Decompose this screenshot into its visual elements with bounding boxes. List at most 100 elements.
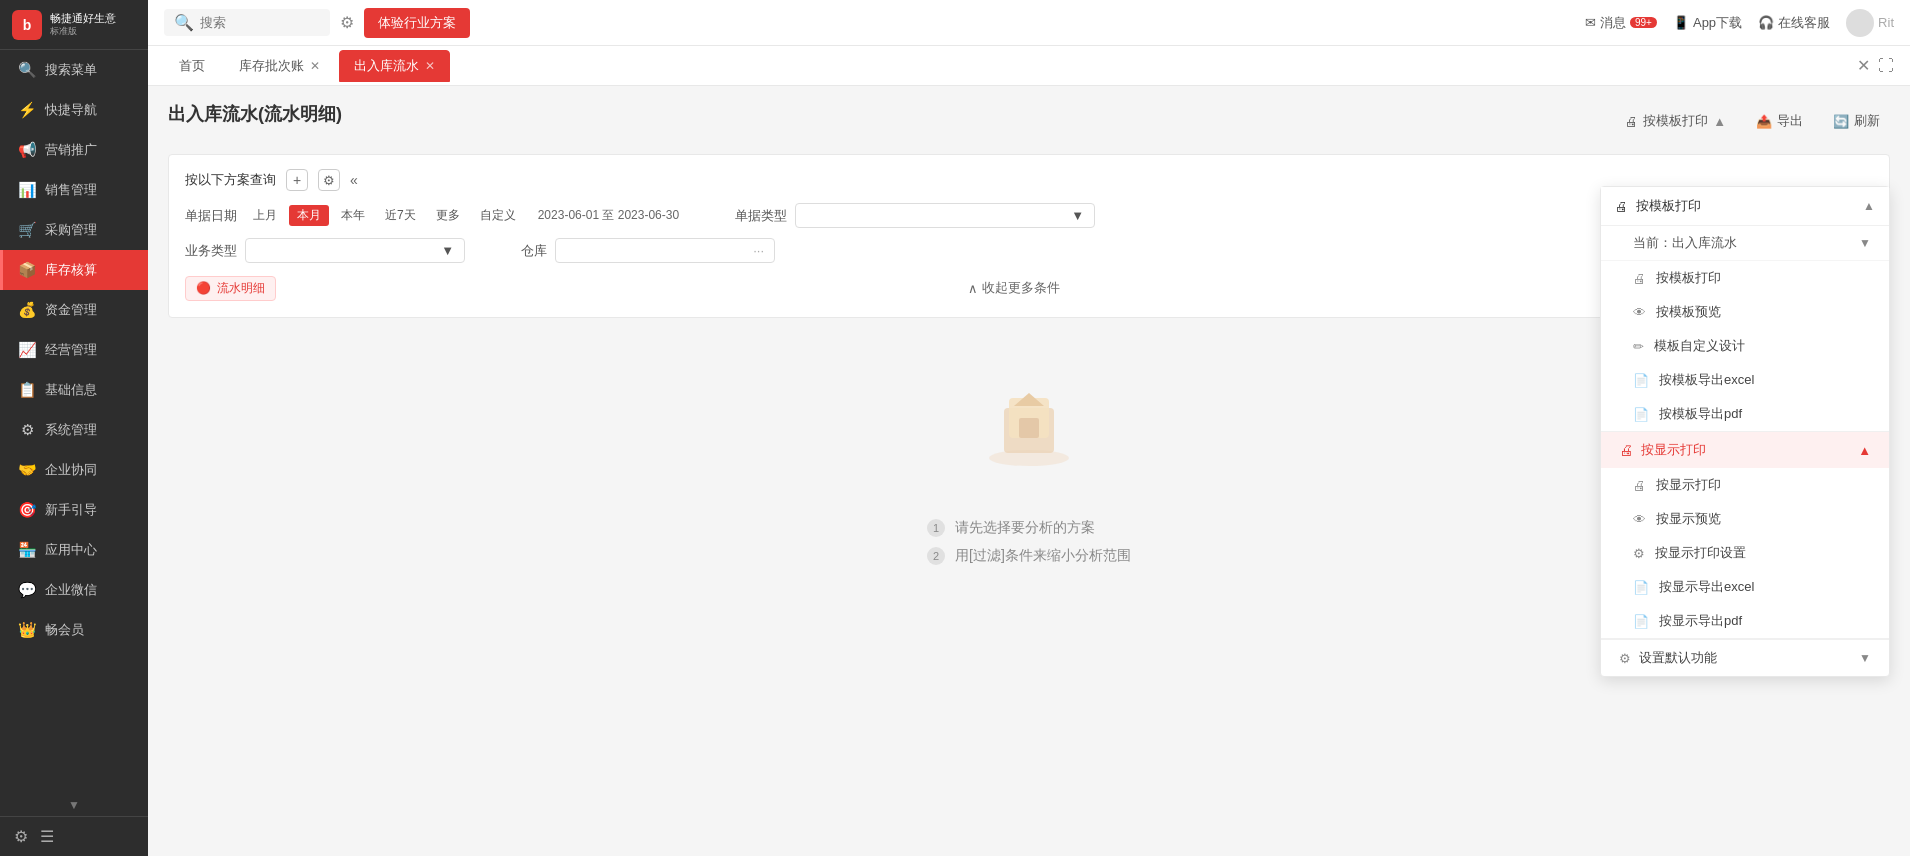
template-custom-label: 模板自定义设计 — [1654, 337, 1745, 355]
date-tab-prev-month[interactable]: 上月 — [245, 205, 285, 226]
sidebar-item-label: 新手引导 — [45, 501, 97, 519]
template-custom-icon: ✏ — [1633, 339, 1644, 354]
collapse-more-button[interactable]: ∧ 收起更多条件 — [968, 279, 1060, 297]
filter-label: 按以下方案查询 — [185, 171, 276, 189]
sidebar-item-inventory[interactable]: 📦 库存核算 — [0, 250, 148, 290]
flow-detail-tag[interactable]: 🔴 流水明细 — [185, 276, 276, 301]
message-icon: ✉ — [1585, 15, 1596, 30]
bill-type-select[interactable]: ▼ — [795, 203, 1095, 228]
business-type-select[interactable]: ▼ — [245, 238, 465, 263]
date-tab-current-month[interactable]: 本月 — [289, 205, 329, 226]
display-preview-icon: 👁 — [1633, 512, 1646, 527]
export-icon: 📤 — [1756, 114, 1772, 129]
warehouse-select[interactable]: ··· — [555, 238, 775, 263]
sidebar-item-finance[interactable]: 💰 资金管理 — [0, 290, 148, 330]
sidebar-item-enterprise[interactable]: 🤝 企业协同 — [0, 450, 148, 490]
display-section-icon: 🖨 — [1619, 442, 1633, 458]
template-export-pdf-item[interactable]: 📄 按模板导出pdf — [1601, 397, 1889, 431]
date-tab-year[interactable]: 本年 — [333, 205, 373, 226]
sidebar-item-sales[interactable]: 📊 销售管理 — [0, 170, 148, 210]
sidebar-item-label: 搜索菜单 — [45, 61, 97, 79]
display-print-item[interactable]: 🖨 按显示打印 — [1601, 468, 1889, 502]
template-print-item[interactable]: 🖨 按模板打印 — [1601, 261, 1889, 295]
customer-service-label: 在线客服 — [1778, 14, 1830, 32]
sidebar-item-label: 系统管理 — [45, 421, 97, 439]
tab-batch-account[interactable]: 库存批次账 ✕ — [224, 50, 335, 82]
sidebar-item-purchase[interactable]: 🛒 采购管理 — [0, 210, 148, 250]
sidebar-item-member[interactable]: 👑 畅会员 — [0, 610, 148, 650]
dropdown-chevron-up[interactable]: ▲ — [1863, 199, 1875, 213]
print-template-button[interactable]: 🖨 按模板打印 ▲ — [1615, 107, 1736, 135]
display-print-settings-item[interactable]: ⚙ 按显示打印设置 — [1601, 536, 1889, 570]
display-preview-label: 按显示预览 — [1656, 510, 1721, 528]
sidebar-item-marketing[interactable]: 📢 营销推广 — [0, 130, 148, 170]
sidebar-item-label: 快捷导航 — [45, 101, 97, 119]
collapse-more-label: 收起更多条件 — [982, 279, 1060, 297]
filter-settings-button[interactable]: ⚙ — [318, 169, 340, 191]
settings-icon[interactable]: ⚙ — [340, 13, 354, 32]
bill-type-chevron: ▼ — [1071, 208, 1084, 223]
set-default-settings-item[interactable]: ⚙ 设置默认功能 ▼ — [1601, 639, 1889, 676]
sidebar-item-wechat[interactable]: 💬 企业微信 — [0, 570, 148, 610]
template-preview-item[interactable]: 👁 按模板预览 — [1601, 295, 1889, 329]
warehouse-field: 仓库 ··· — [521, 238, 775, 263]
display-export-excel-item[interactable]: 📄 按显示导出excel — [1601, 570, 1889, 604]
refresh-button[interactable]: 🔄 刷新 — [1823, 107, 1890, 135]
customer-service-button[interactable]: 🎧 在线客服 — [1758, 14, 1830, 32]
guide-icon: 🎯 — [17, 501, 37, 519]
sidebar-item-guide[interactable]: 🎯 新手引导 — [0, 490, 148, 530]
topbar-search-box[interactable]: 🔍 — [164, 9, 330, 36]
sidebar-item-label: 企业协同 — [45, 461, 97, 479]
display-section-header[interactable]: 🖨 按显示打印 ▲ — [1601, 432, 1889, 468]
filter-add-button[interactable]: + — [286, 169, 308, 191]
tab-batch-account-close[interactable]: ✕ — [310, 59, 320, 73]
tab-maximize-icon[interactable]: ⛶ — [1878, 57, 1894, 75]
sidebar-item-label: 应用中心 — [45, 541, 97, 559]
display-preview-item[interactable]: 👁 按显示预览 — [1601, 502, 1889, 536]
display-print-label: 按显示打印 — [1656, 476, 1721, 494]
main-content: 🔍 ⚙ 体验行业方案 ✉ 消息 99+ 📱 App下载 🎧 在线客服 Ri — [148, 0, 1910, 856]
tab-flow[interactable]: 出入库流水 ✕ — [339, 50, 450, 82]
sidebar-item-system[interactable]: ⚙ 系统管理 — [0, 410, 148, 450]
purchase-icon: 🛒 — [17, 221, 37, 239]
user-area[interactable]: Rit — [1846, 9, 1894, 37]
filter-settings-icon: ⚙ — [323, 173, 335, 188]
export-button[interactable]: 📤 导出 — [1746, 107, 1813, 135]
current-label: 当前：出入库流水 — [1633, 234, 1737, 252]
date-tab-7days[interactable]: 近7天 — [377, 205, 424, 226]
app-download-icon: 📱 — [1673, 15, 1689, 30]
tab-restore-icon[interactable]: ✕ — [1857, 56, 1870, 75]
app-download-button[interactable]: 📱 App下载 — [1673, 14, 1742, 32]
search-input[interactable] — [200, 15, 320, 30]
date-tab-more[interactable]: 更多 — [428, 205, 468, 226]
sidebar-logo: b 畅捷通好生意 标准版 — [0, 0, 148, 50]
topbar: 🔍 ⚙ 体验行业方案 ✉ 消息 99+ 📱 App下载 🎧 在线客服 Ri — [148, 0, 1910, 46]
page-title: 出入库流水(流水明细) — [168, 102, 342, 126]
sidebar-item-operation[interactable]: 📈 经营管理 — [0, 330, 148, 370]
sidebar-item-quick-nav[interactable]: ⚡ 快捷导航 — [0, 90, 148, 130]
print-dropdown-panel: 🖨 按模板打印 ▲ 当前：出入库流水 ▼ 🖨 按模板打印 👁 按模板预览 — [1600, 186, 1890, 677]
sidebar-item-label: 畅会员 — [45, 621, 84, 639]
date-tab-custom[interactable]: 自定义 — [472, 205, 524, 226]
message-button[interactable]: ✉ 消息 99+ — [1585, 14, 1657, 32]
tab-home[interactable]: 首页 — [164, 50, 220, 82]
industry-solution-button[interactable]: 体验行业方案 — [364, 8, 470, 38]
filter-collapse-button[interactable]: « — [350, 172, 358, 188]
display-export-pdf-item[interactable]: 📄 按显示导出pdf — [1601, 604, 1889, 638]
sidebar-item-search[interactable]: 🔍 搜索菜单 — [0, 50, 148, 90]
date-field: 单据日期 上月 本月 本年 近7天 更多 自定义 2023-06-01 至 20… — [185, 205, 679, 226]
template-print-icon: 🖨 — [1633, 271, 1646, 286]
sidebar-scroll-down[interactable]: ▼ — [0, 794, 148, 816]
current-chevron[interactable]: ▼ — [1859, 236, 1871, 250]
template-export-excel-item[interactable]: 📄 按模板导出excel — [1601, 363, 1889, 397]
template-print-label: 按模板打印 — [1656, 269, 1721, 287]
print-label: 按模板打印 — [1643, 112, 1708, 130]
sidebar-toggle-icon[interactable]: ☰ — [40, 827, 54, 846]
sidebar-item-appstore[interactable]: 🏪 应用中心 — [0, 530, 148, 570]
hint2-text: 用[过滤]条件来缩小分析范围 — [955, 547, 1131, 563]
tab-flow-close[interactable]: ✕ — [425, 59, 435, 73]
sidebar-item-basic[interactable]: 📋 基础信息 — [0, 370, 148, 410]
display-export-pdf-icon: 📄 — [1633, 614, 1649, 629]
settings-bottom-icon[interactable]: ⚙ — [14, 827, 28, 846]
template-custom-item[interactable]: ✏ 模板自定义设计 — [1601, 329, 1889, 363]
